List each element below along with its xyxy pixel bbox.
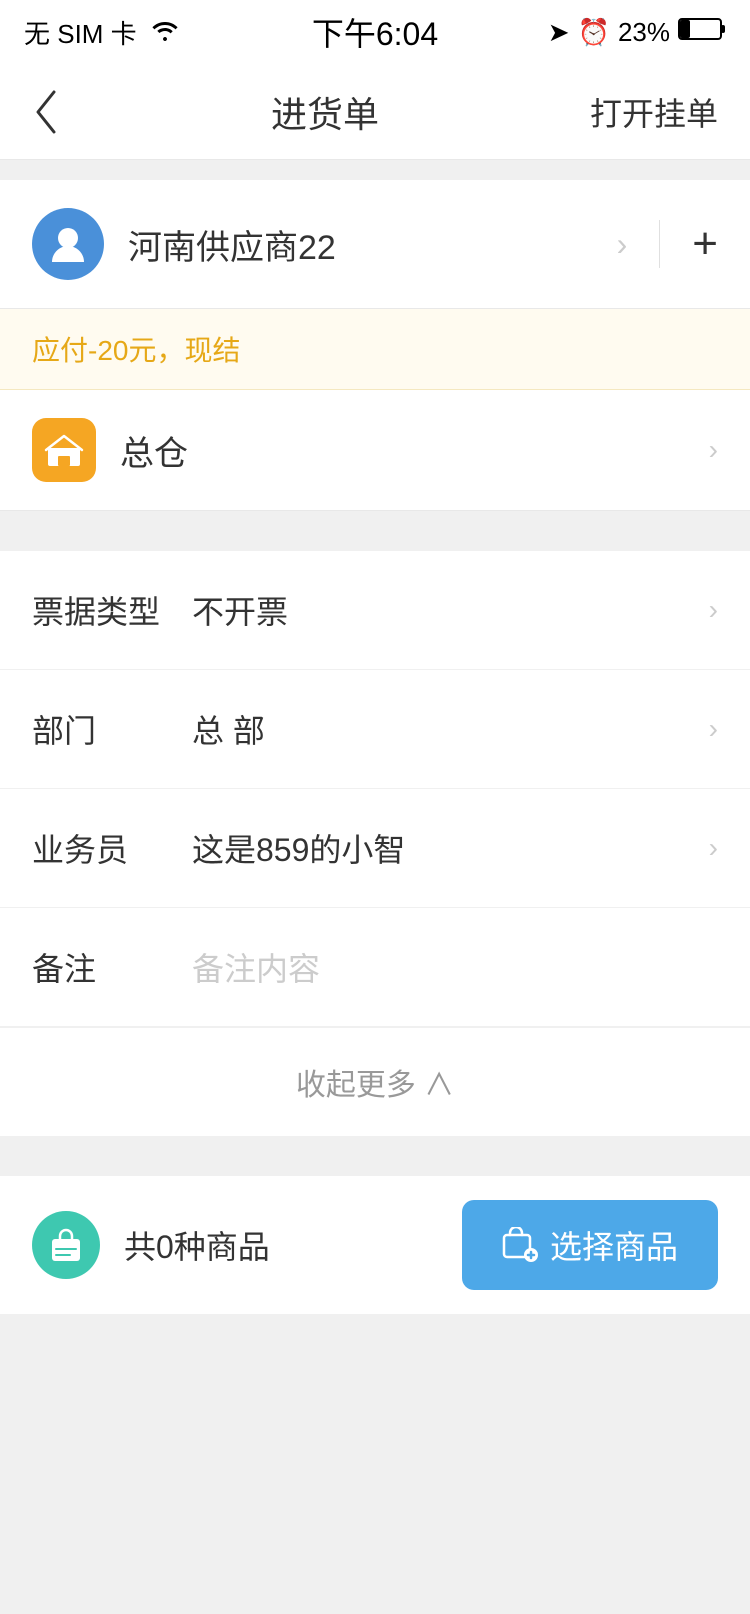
select-product-button[interactable]: 选择商品 [462,1200,718,1290]
collapse-label: 收起更多 ∧ [296,1060,454,1104]
page-background [0,1314,750,1614]
product-count-text: 共0种商品 [124,1222,438,1268]
notice-text: 应付-20元，现结 [32,335,240,366]
back-button[interactable] [32,88,60,136]
section-gap-3 [0,1136,750,1156]
remark-row[interactable]: 备注 备注内容 [0,908,750,1027]
battery-text: 23% [618,17,670,48]
dept-label: 部门 [32,706,172,752]
supplier-chevron-icon: › [617,226,628,263]
supplier-section: 河南供应商22 › + 应付-20元，现结 总仓 › [0,180,750,511]
remark-placeholder[interactable]: 备注内容 [172,944,718,990]
form-section: 票据类型 不开票 › 部门 总 部 › 业务员 这是859的小智 › 备注 备注… [0,551,750,1136]
dept-chevron-icon: › [709,713,718,745]
status-left: 无 SIM 卡 [24,14,183,51]
supplier-avatar [32,208,104,280]
invoice-label: 票据类型 [32,587,172,633]
open-pending-button[interactable]: 打开挂单 [590,89,718,135]
status-bar: 无 SIM 卡 下午6:04 ➤ ⏰ 23% [0,0,750,64]
nav-bar: 进货单 打开挂单 [0,64,750,160]
warehouse-chevron-icon: › [709,434,718,466]
alarm-icon: ⏰ [578,17,610,48]
dept-value: 总 部 [172,706,709,752]
supplier-row[interactable]: 河南供应商22 › + [0,180,750,309]
warehouse-name: 总仓 [120,426,709,475]
dept-row[interactable]: 部门 总 部 › [0,670,750,789]
salesperson-row[interactable]: 业务员 这是859的小智 › [0,789,750,908]
status-time: 下午6:04 [312,9,438,55]
salesperson-value: 这是859的小智 [172,825,709,871]
wifi-icon [147,17,183,48]
supplier-divider [659,220,660,268]
select-product-label: 选择商品 [550,1222,678,1268]
invoice-value: 不开票 [172,587,709,633]
section-gap-2 [0,511,750,531]
battery-icon [678,16,726,49]
notice-banner: 应付-20元，现结 [0,309,750,390]
bottom-bar: 共0种商品 选择商品 [0,1176,750,1314]
add-supplier-button[interactable]: + [692,219,718,269]
invoice-row[interactable]: 票据类型 不开票 › [0,551,750,670]
salesperson-chevron-icon: › [709,832,718,864]
collapse-row[interactable]: 收起更多 ∧ [0,1027,750,1136]
salesperson-label: 业务员 [32,825,172,871]
section-gap-1 [0,160,750,180]
remark-label: 备注 [32,944,172,990]
page-title: 进货单 [271,86,379,138]
product-bag-icon [32,1211,100,1279]
warehouse-row[interactable]: 总仓 › [0,390,750,511]
location-icon: ➤ [548,17,570,48]
warehouse-icon [32,418,96,482]
status-right: ➤ ⏰ 23% [548,16,726,49]
invoice-chevron-icon: › [709,594,718,626]
supplier-name: 河南供应商22 [128,220,617,269]
carrier-text: 无 SIM 卡 [24,14,137,51]
